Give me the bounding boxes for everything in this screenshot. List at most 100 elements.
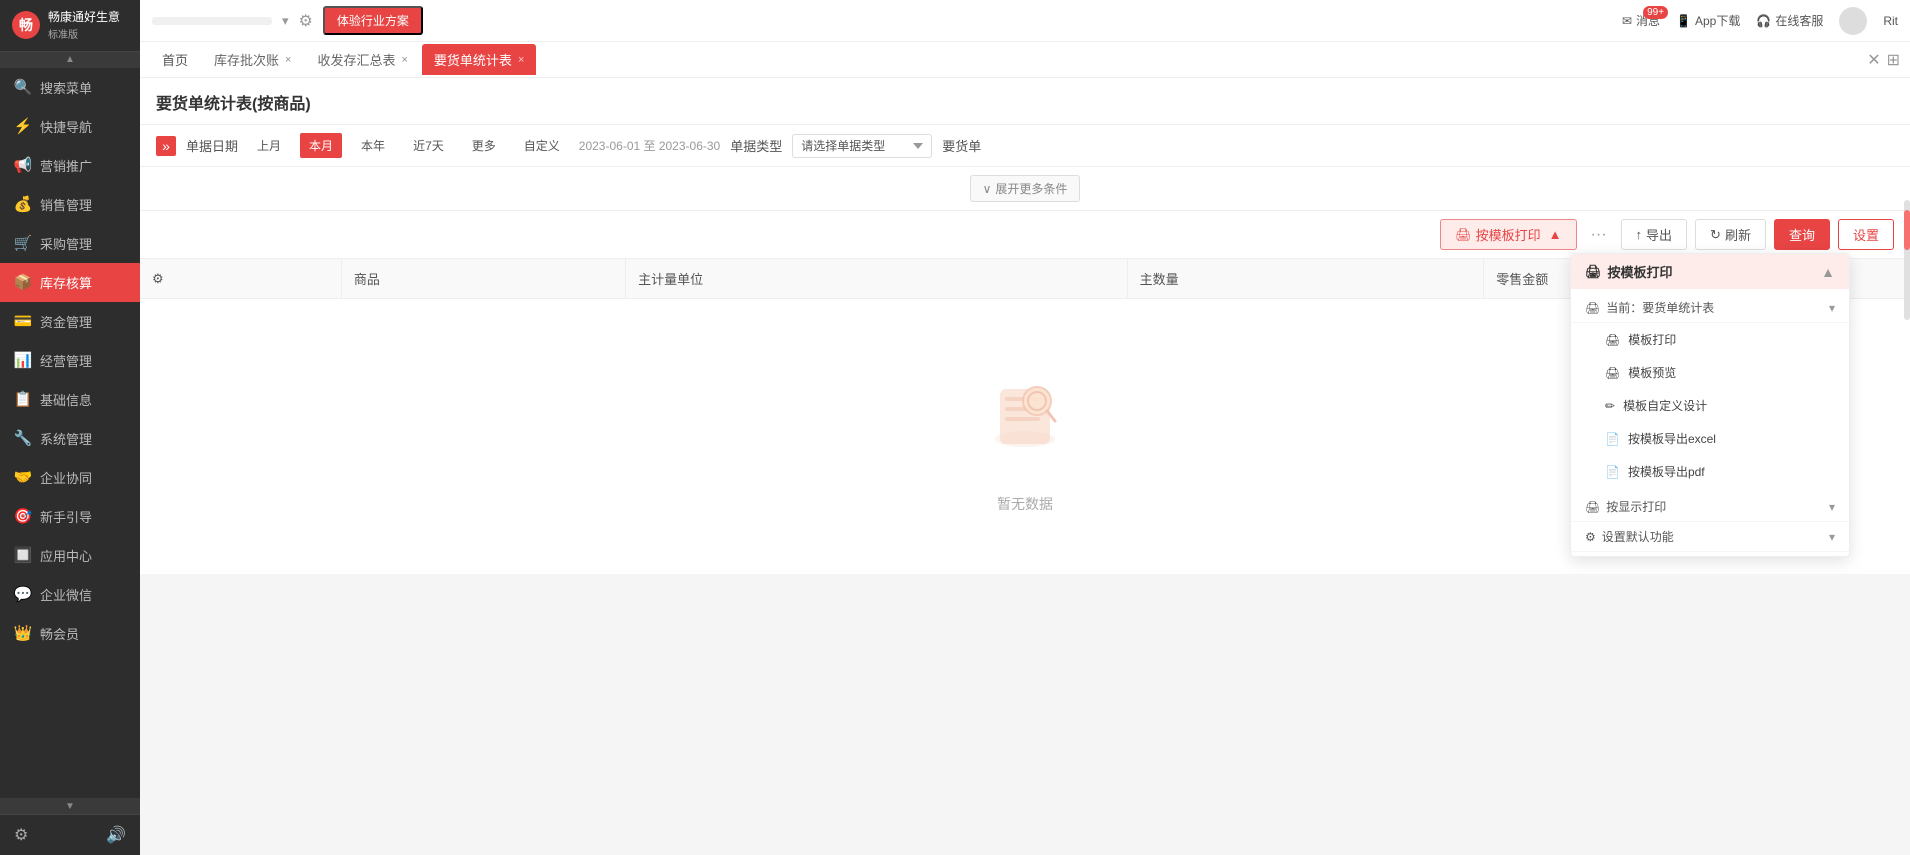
online-service-btn[interactable]: 🎧 在线客服 bbox=[1756, 12, 1823, 29]
sidebar-item-finance[interactable]: 💳 资金管理 bbox=[0, 302, 140, 341]
sidebar-scroll-up[interactable]: ▲ bbox=[0, 52, 140, 68]
sidebar-item-label: 经营管理 bbox=[40, 351, 92, 370]
app-download-btn[interactable]: 📱 App下载 bbox=[1676, 12, 1740, 29]
query-btn[interactable]: 查询 bbox=[1774, 219, 1830, 250]
set-default-expand[interactable]: ▾ bbox=[1829, 530, 1835, 544]
headset-icon: 🎧 bbox=[1756, 14, 1771, 28]
export-btn-label: 导出 bbox=[1646, 225, 1672, 244]
refresh-btn[interactable]: ↻ 刷新 bbox=[1695, 219, 1766, 250]
trial-btn[interactable]: 体验行业方案 bbox=[323, 6, 423, 35]
sidebar-item-system[interactable]: 🔧 系统管理 bbox=[0, 419, 140, 458]
print-menu-default-section: ⚙ 设置默认功能 ▾ bbox=[1571, 522, 1849, 552]
message-btn[interactable]: ✉ 消息 99+ bbox=[1622, 12, 1660, 29]
sidebar-item-label: 销售管理 bbox=[40, 195, 92, 214]
sidebar: 畅 畅康通好生意 标准版 ▲ 🔍 搜索菜单 ⚡ 快捷导航 📢 营销推广 💰 销售… bbox=[0, 0, 140, 855]
sidebar-item-onboarding[interactable]: 🎯 新手引导 bbox=[0, 497, 140, 536]
sidebar-item-operations[interactable]: 📊 经营管理 bbox=[0, 341, 140, 380]
print-menu-header: 🖨 按模板打印 ▲ bbox=[1571, 254, 1849, 289]
table-settings-icon[interactable]: ⚙ bbox=[152, 271, 164, 286]
print-menu-close-btn[interactable]: ▲ bbox=[1821, 264, 1835, 280]
sidebar-item-member[interactable]: 👑 畅会员 bbox=[0, 614, 140, 653]
export-pdf-label: 按模板导出pdf bbox=[1628, 463, 1705, 480]
empty-illustration bbox=[975, 359, 1075, 459]
member-icon: 👑 bbox=[14, 624, 32, 642]
finance-icon: 💳 bbox=[14, 312, 32, 330]
display-print-expand[interactable]: ▾ bbox=[1829, 500, 1835, 514]
print-menu-item-export-pdf[interactable]: 📄 按模板导出pdf bbox=[1571, 455, 1849, 488]
filter-expand-btn[interactable]: » bbox=[156, 136, 176, 156]
sidebar-item-appstore[interactable]: 🔲 应用中心 bbox=[0, 536, 140, 575]
date-btn-7days[interactable]: 近7天 bbox=[404, 133, 453, 158]
action-dots[interactable]: ··· bbox=[1585, 224, 1613, 246]
type-filter-select[interactable]: 请选择单据类型 bbox=[792, 134, 932, 158]
sidebar-scroll-down[interactable]: ▼ bbox=[0, 798, 140, 814]
tab-maximize-btn[interactable]: ⊞ bbox=[1887, 50, 1900, 70]
current-template-icon: 🖨 bbox=[1585, 301, 1600, 315]
username-label: Rit bbox=[1883, 14, 1898, 28]
sidebar-item-purchase[interactable]: 🛒 采购管理 bbox=[0, 224, 140, 263]
sidebar-item-label: 应用中心 bbox=[40, 546, 92, 565]
tab-requisition-stats-label: 要货单统计表 bbox=[434, 50, 512, 69]
message-icon: ✉ bbox=[1622, 14, 1632, 28]
date-btn-more[interactable]: 更多 bbox=[463, 133, 505, 158]
print-menu-current-label: 🖨 当前：要货单统计表 bbox=[1585, 299, 1714, 316]
topbar-gear-icon[interactable]: ⚙ bbox=[299, 11, 313, 31]
search-icon: 🔍 bbox=[14, 78, 32, 96]
phone-icon: 📱 bbox=[1676, 14, 1691, 28]
tab-requisition-stats[interactable]: 要货单统计表 × bbox=[422, 44, 536, 75]
print-menu-item-template-custom[interactable]: ✏ 模板自定义设计 bbox=[1571, 389, 1849, 422]
current-template-expand[interactable]: ▾ bbox=[1829, 301, 1835, 315]
sidebar-item-label: 畅会员 bbox=[40, 624, 79, 643]
sidebar-item-label: 系统管理 bbox=[40, 429, 92, 448]
sidebar-item-sales[interactable]: 💰 销售管理 bbox=[0, 185, 140, 224]
sidebar-item-wechat[interactable]: 💬 企业微信 bbox=[0, 575, 140, 614]
print-menu-title: 🖨 按模板打印 bbox=[1585, 262, 1673, 281]
sidebar-item-enterprise[interactable]: 🤝 企业协同 bbox=[0, 458, 140, 497]
print-btn[interactable]: 🖨 按模板打印 ▲ bbox=[1440, 219, 1576, 250]
system-icon: 🔧 bbox=[14, 429, 32, 447]
page-title: 要货单统计表(按商品) bbox=[156, 90, 1894, 114]
sidebar-item-basic[interactable]: 📋 基础信息 bbox=[0, 380, 140, 419]
tab-inventory-batch[interactable]: 库存批次账 × bbox=[202, 44, 303, 75]
th-product: 商品 bbox=[341, 259, 625, 299]
settings-btn-label: 设置 bbox=[1853, 225, 1879, 244]
tab-requisition-stats-close[interactable]: × bbox=[518, 54, 524, 66]
message-badge: 99+ bbox=[1643, 6, 1668, 19]
expand-more-btn[interactable]: ∨ 展开更多条件 bbox=[970, 175, 1081, 202]
date-btn-this-year[interactable]: 本年 bbox=[352, 133, 394, 158]
sidebar-nav: 🔍 搜索菜单 ⚡ 快捷导航 📢 营销推广 💰 销售管理 🛒 采购管理 📦 库存核… bbox=[0, 68, 140, 798]
settings-btn[interactable]: 设置 bbox=[1838, 219, 1894, 250]
export-btn[interactable]: ↑ 导出 bbox=[1621, 219, 1688, 250]
sidebar-item-shortcuts[interactable]: ⚡ 快捷导航 bbox=[0, 107, 140, 146]
date-btn-this-month[interactable]: 本月 bbox=[300, 133, 342, 158]
settings-icon[interactable]: ⚙ bbox=[14, 825, 28, 845]
sidebar-item-label: 采购管理 bbox=[40, 234, 92, 253]
export-icon: ↑ bbox=[1636, 227, 1643, 242]
tab-inventory-batch-close[interactable]: × bbox=[285, 54, 291, 66]
print-menu-item-template-preview[interactable]: 🖨 模板预览 bbox=[1571, 356, 1849, 389]
sidebar-item-marketing[interactable]: 📢 营销推广 bbox=[0, 146, 140, 185]
right-scrollbar[interactable] bbox=[1904, 200, 1910, 320]
tab-home[interactable]: 首页 bbox=[150, 44, 200, 75]
topbar-dropdown-icon[interactable]: ▾ bbox=[282, 13, 289, 29]
th-settings[interactable]: ⚙ bbox=[140, 259, 341, 299]
help-icon[interactable]: 🔊 bbox=[106, 825, 126, 845]
sidebar-item-inventory[interactable]: 📦 库存核算 bbox=[0, 263, 140, 302]
filter-bar: » 单据日期 上月 本月 本年 近7天 更多 自定义 2023-06-01 至 … bbox=[140, 125, 1910, 167]
print-menu-item-export-excel[interactable]: 📄 按模板导出excel bbox=[1571, 422, 1849, 455]
date-btn-last-month[interactable]: 上月 bbox=[248, 133, 290, 158]
print-menu-item-template-print[interactable]: 🖨 模板打印 bbox=[1571, 323, 1849, 356]
tab-close-all-btn[interactable]: ✕ bbox=[1867, 50, 1880, 70]
tabs-bar: 首页 库存批次账 × 收发存汇总表 × 要货单统计表 × ✕ ⊞ bbox=[140, 42, 1910, 78]
tab-receipt-summary[interactable]: 收发存汇总表 × bbox=[305, 44, 419, 75]
online-service-label: 在线客服 bbox=[1775, 12, 1823, 29]
export-excel-label: 按模板导出excel bbox=[1628, 430, 1716, 447]
export-pdf-icon: 📄 bbox=[1605, 465, 1620, 479]
template-preview-label: 模板预览 bbox=[1628, 364, 1676, 381]
basic-icon: 📋 bbox=[14, 390, 32, 408]
date-btn-custom[interactable]: 自定义 bbox=[515, 133, 569, 158]
expand-more-bar: ∨ 展开更多条件 bbox=[140, 167, 1910, 211]
sidebar-item-search[interactable]: 🔍 搜索菜单 bbox=[0, 68, 140, 107]
sidebar-item-label: 快捷导航 bbox=[40, 117, 92, 136]
tab-receipt-summary-close[interactable]: × bbox=[401, 54, 407, 66]
